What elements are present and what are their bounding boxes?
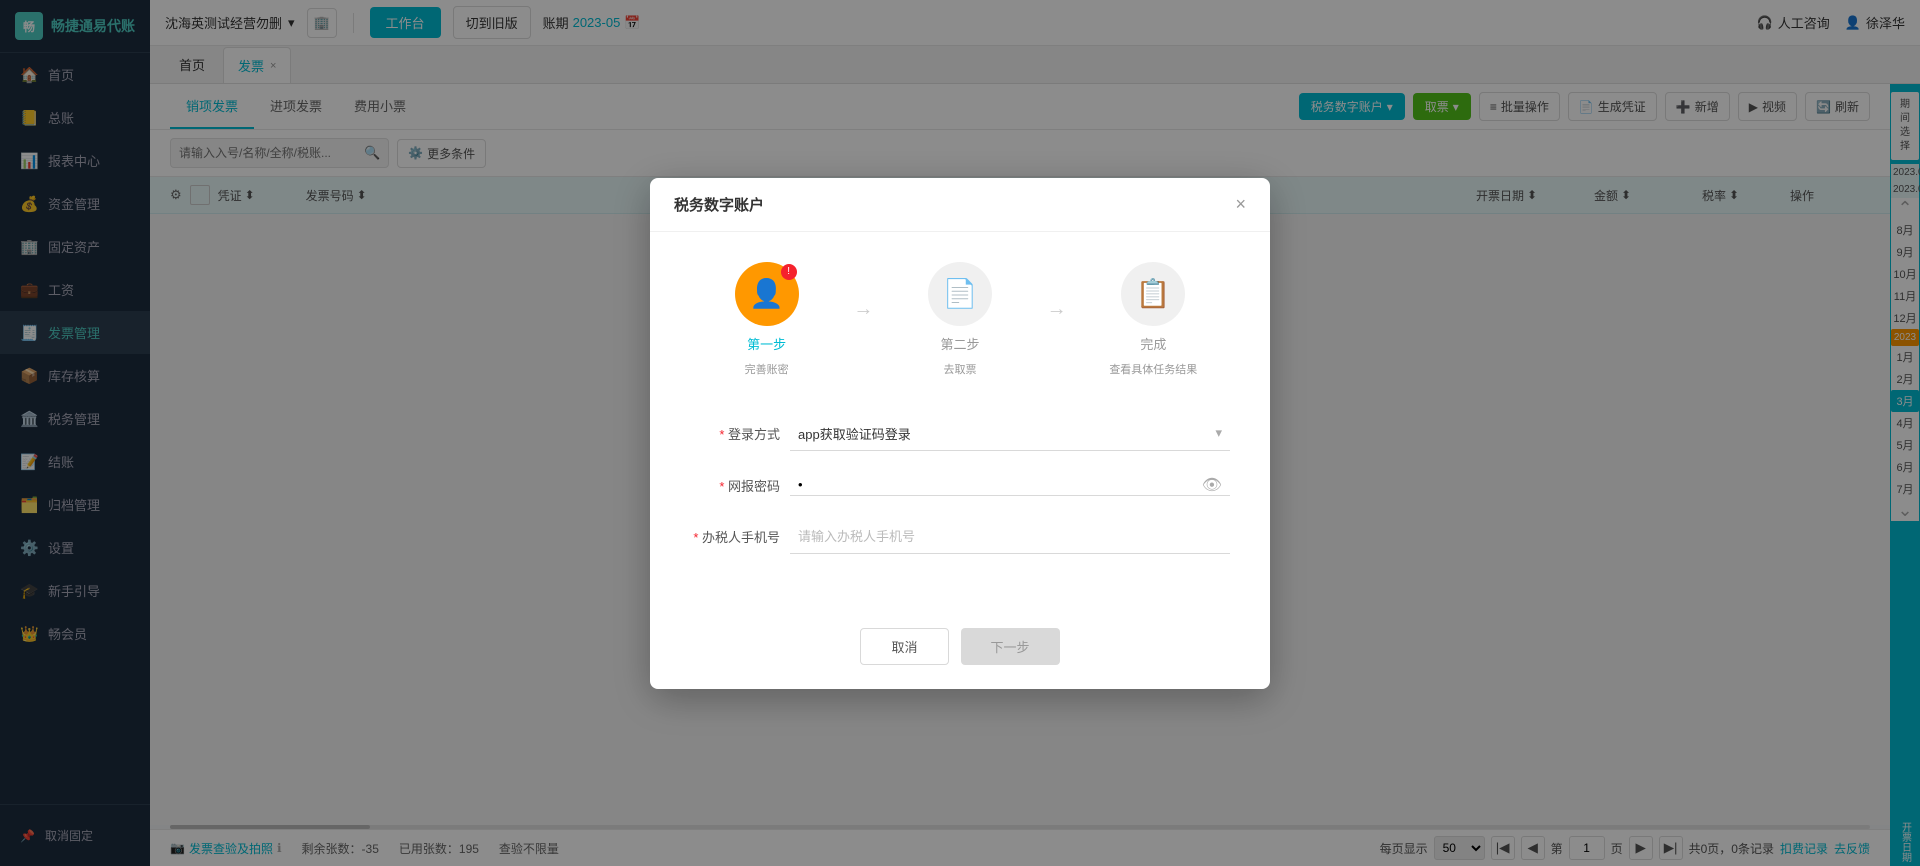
- step-arrow-1: →: [843, 298, 883, 321]
- step-3: 📋 完成 查看具体任务结果: [1077, 262, 1230, 377]
- modal-overlay[interactable]: 税务数字账户 × 👤 ! 第一步 完善账密 →: [0, 0, 1920, 866]
- step-2-label: 第二步: [940, 334, 979, 353]
- modal-body: 👤 ! 第一步 完善账密 → 📄 第二步 去取票 →: [650, 232, 1270, 608]
- cancel-button[interactable]: 取消: [860, 628, 948, 665]
- step-3-desc: 查看具体任务结果: [1109, 361, 1197, 377]
- step-1: 👤 ! 第一步 完善账密: [690, 262, 843, 377]
- login-method-label: 登录方式: [690, 424, 780, 443]
- step-2-icon-wrap: 📄: [928, 262, 992, 326]
- step-1-desc: 完善账密: [745, 361, 789, 377]
- step-3-clipboard-icon: 📋: [1136, 277, 1171, 310]
- login-method-select[interactable]: app获取验证码登录 ▾: [790, 417, 1230, 451]
- modal-header: 税务数字账户 ×: [650, 178, 1270, 232]
- taxpayer-phone-label: 办税人手机号: [690, 527, 780, 546]
- taxpayer-phone-row: 办税人手机号: [690, 520, 1230, 554]
- step-1-user-icon: 👤: [749, 277, 784, 310]
- step-2-desc: 去取票: [943, 361, 976, 377]
- login-method-value: app获取验证码登录: [798, 424, 911, 443]
- step-1-badge: !: [781, 264, 797, 280]
- step-arrow-2: →: [1037, 298, 1077, 321]
- select-dropdown-icon: ▾: [1215, 425, 1222, 441]
- modal-close-button[interactable]: ×: [1235, 194, 1246, 215]
- step-1-icon-wrap: 👤 !: [735, 262, 799, 326]
- net-password-row: 网报密码 👁: [690, 475, 1230, 496]
- net-password-input[interactable]: [798, 477, 1202, 492]
- next-button[interactable]: 下一步: [961, 628, 1060, 665]
- eye-toggle-icon[interactable]: 👁: [1202, 475, 1222, 495]
- modal-title: 税务数字账户: [674, 194, 764, 215]
- modal-footer: 取消 下一步: [650, 608, 1270, 689]
- login-method-row: 登录方式 app获取验证码登录 ▾: [690, 417, 1230, 451]
- step-2: 📄 第二步 去取票: [883, 262, 1036, 377]
- password-input-wrap: 👁: [790, 475, 1230, 496]
- taxpayer-phone-input[interactable]: [790, 520, 1230, 554]
- steps-indicator: 👤 ! 第一步 完善账密 → 📄 第二步 去取票 →: [690, 262, 1230, 377]
- modal-dialog: 税务数字账户 × 👤 ! 第一步 完善账密 →: [650, 178, 1270, 689]
- net-password-label: 网报密码: [690, 476, 780, 495]
- step-1-label: 第一步: [747, 334, 786, 353]
- step-3-label: 完成: [1140, 334, 1166, 353]
- step-3-icon-wrap: 📋: [1121, 262, 1185, 326]
- step-2-doc-icon: 📄: [943, 277, 978, 310]
